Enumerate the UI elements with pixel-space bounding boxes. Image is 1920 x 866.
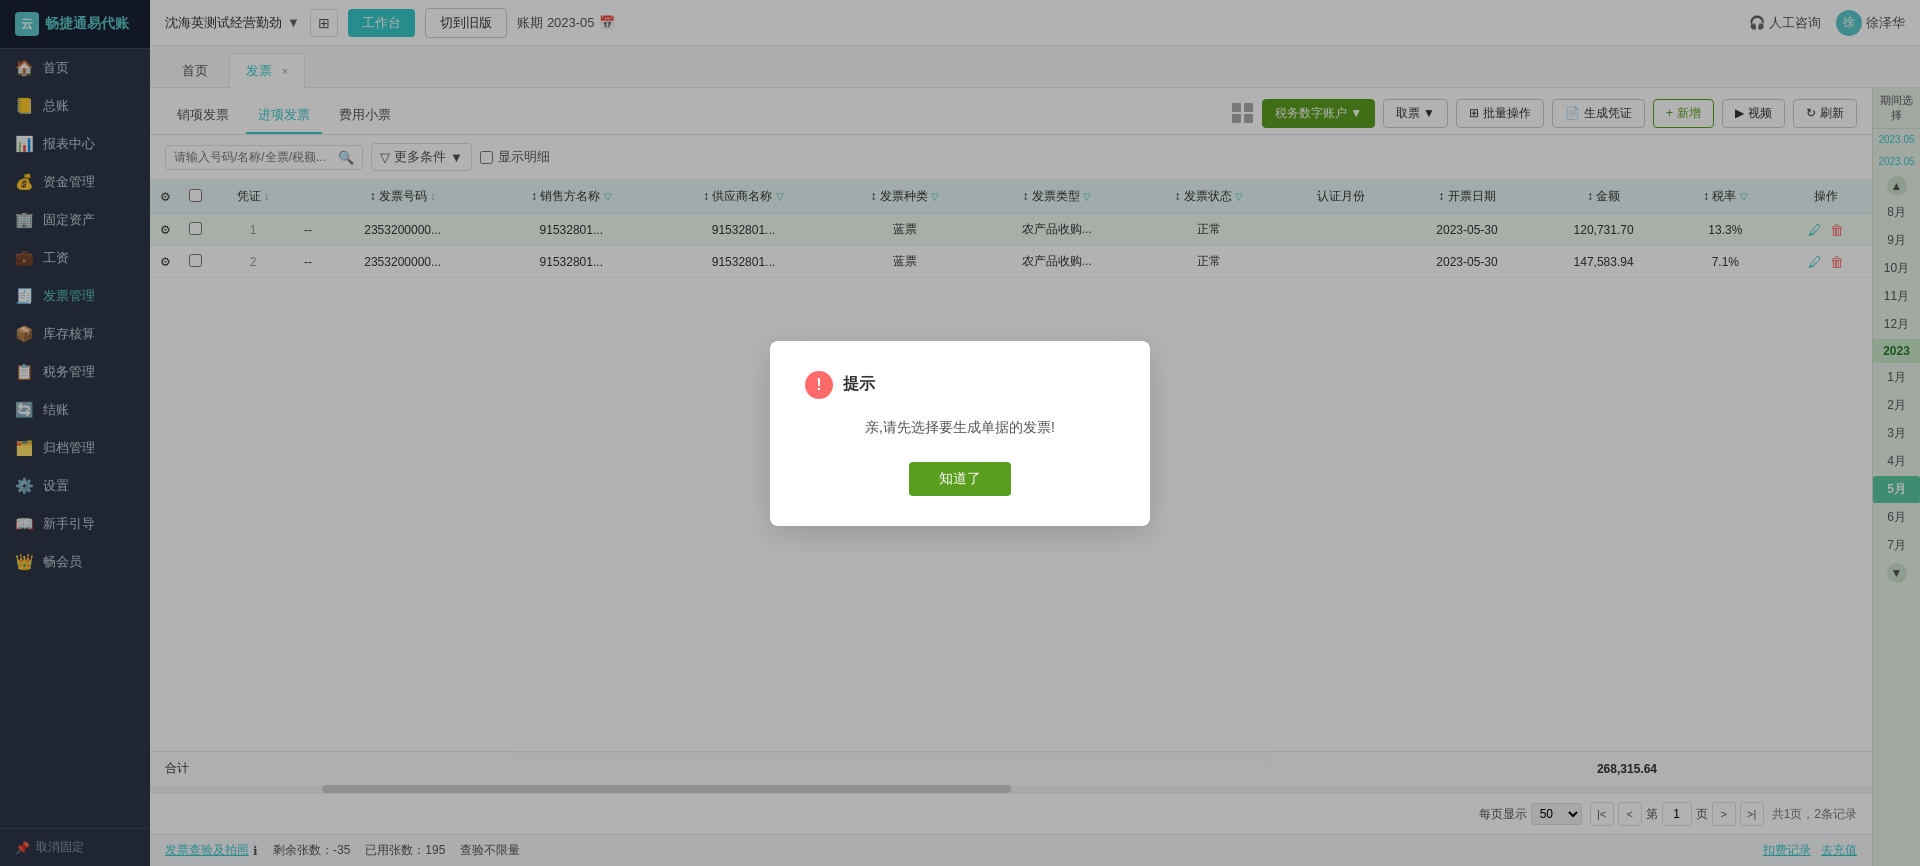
dialog-btn-row: 知道了 [805,462,1115,496]
dialog-confirm-btn[interactable]: 知道了 [909,462,1011,496]
dialog-title-row: ! 提示 [805,371,1115,399]
dialog-overlay[interactable]: ! 提示 亲,请先选择要生成单据的发票! 知道了 [0,0,1920,866]
dialog-title: 提示 [843,374,875,395]
dialog: ! 提示 亲,请先选择要生成单据的发票! 知道了 [770,341,1150,526]
dialog-message: 亲,请先选择要生成单据的发票! [805,419,1115,437]
dialog-warning-icon: ! [805,371,833,399]
